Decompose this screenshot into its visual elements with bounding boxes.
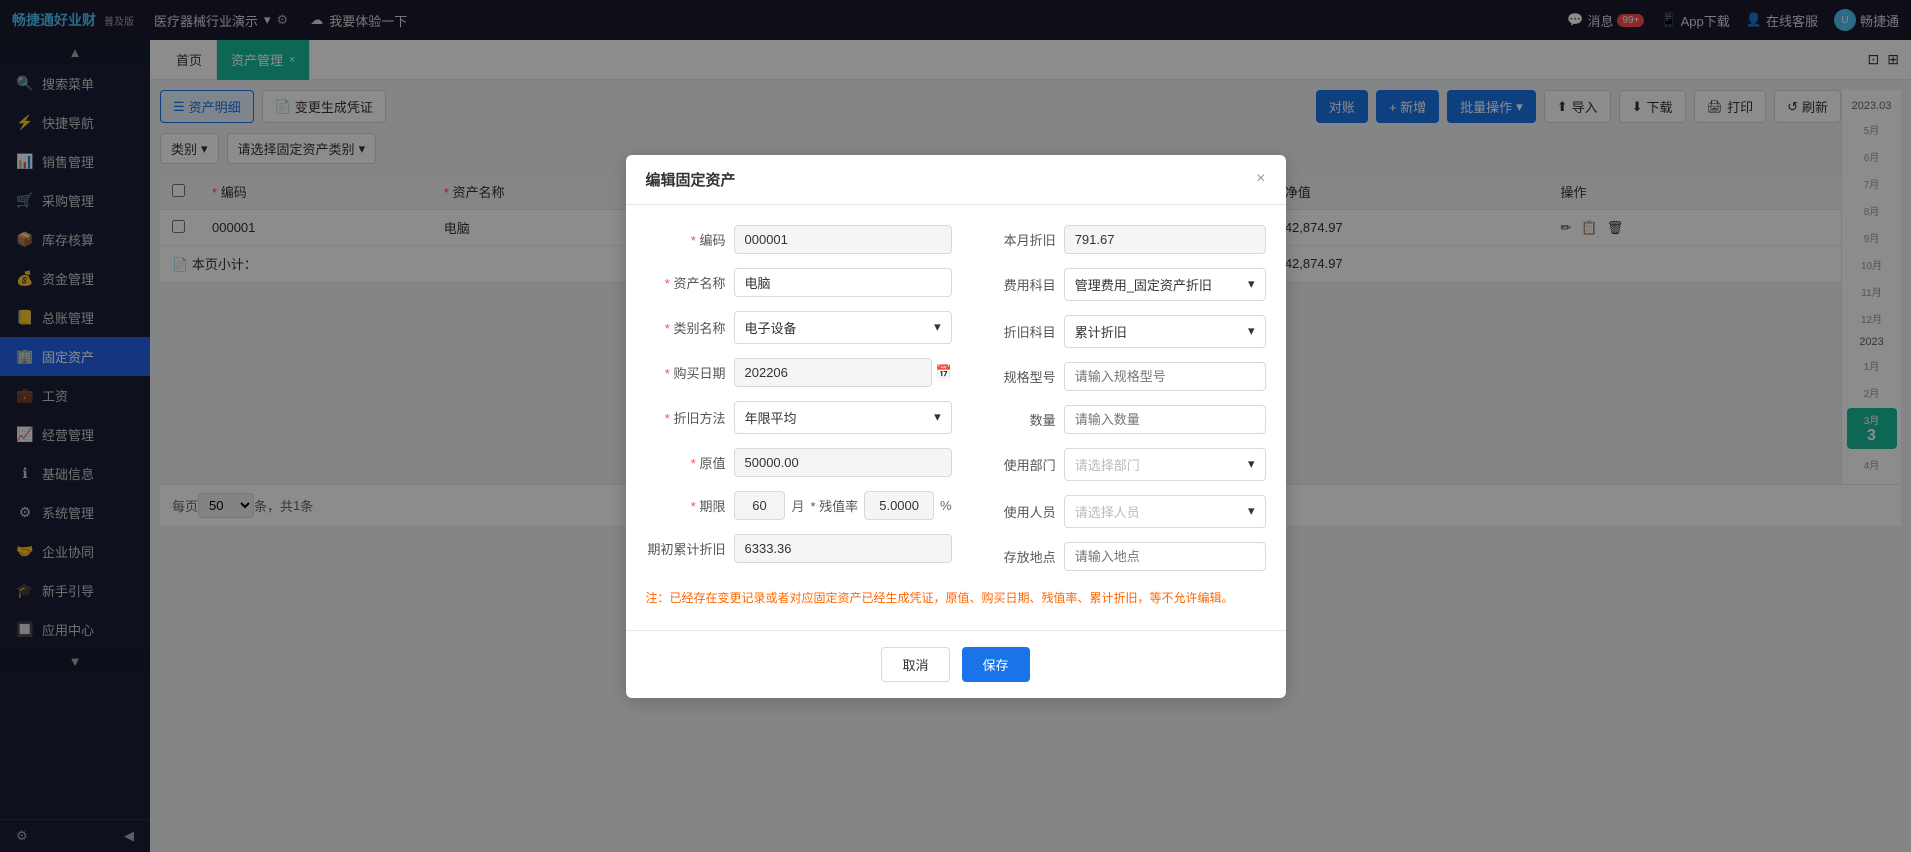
form-row-location: 存放地点 xyxy=(976,542,1266,571)
person-label: 使用人员 xyxy=(976,502,1056,521)
purchase-date-input-wrapper: 📅 xyxy=(734,358,952,387)
location-label: 存放地点 xyxy=(976,547,1056,566)
dep-subject-label: 折旧科目 xyxy=(976,322,1056,341)
form-row-this-month-dep: 本月折旧 xyxy=(976,225,1266,254)
this-month-dep-input xyxy=(1064,225,1266,254)
form-grid: * 编码 * 资产名称 * 类别名称 xyxy=(646,225,1266,585)
form-row-expense-subject: 费用科目 管理费用_固定资产折旧 ▾ xyxy=(976,268,1266,301)
purchase-date-input[interactable] xyxy=(734,358,932,387)
form-row-initial-dep: 期初累计折旧 xyxy=(646,534,952,563)
quantity-label: 数量 xyxy=(976,410,1056,429)
form-row-period: * 期限 月 * 残值率 % xyxy=(646,491,952,520)
form-right: 本月折旧 费用科目 管理费用_固定资产折旧 ▾ 折旧科目 xyxy=(976,225,1266,585)
dept-select[interactable]: 请选择部门 ▾ xyxy=(1064,448,1266,481)
form-row-person: 使用人员 请选择人员 ▾ xyxy=(976,495,1266,528)
period-label: * 期限 xyxy=(646,496,726,515)
initial-dep-input[interactable] xyxy=(734,534,952,563)
form-left: * 编码 * 资产名称 * 类别名称 xyxy=(646,225,952,585)
dep-subject-value: 累计折旧 xyxy=(1075,322,1127,341)
dialog-title: 编辑固定资产 xyxy=(646,169,736,190)
dialog-body: * 编码 * 资产名称 * 类别名称 xyxy=(626,205,1286,630)
asset-name-label: * 资产名称 xyxy=(646,273,726,292)
dep-subject-select[interactable]: 累计折旧 ▾ xyxy=(1064,315,1266,348)
purchase-date-label: * 购买日期 xyxy=(646,363,726,382)
original-value-label: * 原值 xyxy=(646,453,726,472)
dept-chevron-icon: ▾ xyxy=(1248,456,1255,472)
residual-rate-unit: % xyxy=(940,498,952,513)
form-row-original-value: * 原值 xyxy=(646,448,952,477)
form-row-dept: 使用部门 请选择部门 ▾ xyxy=(976,448,1266,481)
save-button[interactable]: 保存 xyxy=(962,647,1030,682)
category-label: * 类别名称 xyxy=(646,318,726,337)
dialog-header: 编辑固定资产 × xyxy=(626,155,1286,205)
form-row-purchase-date: * 购买日期 📅 xyxy=(646,358,952,387)
dialog-close-btn[interactable]: × xyxy=(1256,170,1265,188)
dialog-note: 注：已经存在变更记录或者对应固定资产已经生成凭证，原值、购买日期、残值率、累计折… xyxy=(646,585,1266,610)
expense-subject-select[interactable]: 管理费用_固定资产折旧 ▾ xyxy=(1064,268,1266,301)
period-wrapper: 月 * 残值率 % xyxy=(734,491,952,520)
code-input[interactable] xyxy=(734,225,952,254)
expense-subject-label: 费用科目 xyxy=(976,275,1056,294)
form-row-spec: 规格型号 xyxy=(976,362,1266,391)
edit-asset-dialog: 编辑固定资产 × * 编码 * 资产名称 xyxy=(626,155,1286,698)
residual-rate-label-inline: * 残值率 xyxy=(810,496,858,515)
form-row-quantity: 数量 xyxy=(976,405,1266,434)
quantity-input[interactable] xyxy=(1064,405,1266,434)
form-row-code: * 编码 xyxy=(646,225,952,254)
person-placeholder: 请选择人员 xyxy=(1075,502,1140,521)
original-value-input[interactable] xyxy=(734,448,952,477)
this-month-dep-label: 本月折旧 xyxy=(976,230,1056,249)
dep-method-select[interactable]: 年限平均 ▾ xyxy=(734,401,952,434)
location-input[interactable] xyxy=(1064,542,1266,571)
spec-label: 规格型号 xyxy=(976,367,1056,386)
dep-subject-chevron-icon: ▾ xyxy=(1248,323,1255,339)
calendar-icon[interactable]: 📅 xyxy=(936,364,952,380)
form-row-dep-subject: 折旧科目 累计折旧 ▾ xyxy=(976,315,1266,348)
dialog-footer: 取消 保存 xyxy=(626,630,1286,698)
cancel-button[interactable]: 取消 xyxy=(881,647,949,682)
category-select[interactable]: 电子设备 ▾ xyxy=(734,311,952,344)
dep-method-label: * 折旧方法 xyxy=(646,408,726,427)
category-select-value: 电子设备 xyxy=(745,318,797,337)
period-input[interactable] xyxy=(734,491,786,520)
form-row-category: * 类别名称 电子设备 ▾ xyxy=(646,311,952,344)
dept-placeholder: 请选择部门 xyxy=(1075,455,1140,474)
period-unit: 月 xyxy=(791,496,804,515)
code-label: * 编码 xyxy=(646,230,726,249)
form-row-dep-method: * 折旧方法 年限平均 ▾ xyxy=(646,401,952,434)
category-chevron-icon: ▾ xyxy=(934,319,941,335)
person-select[interactable]: 请选择人员 ▾ xyxy=(1064,495,1266,528)
form-row-asset-name: * 资产名称 xyxy=(646,268,952,297)
dep-method-chevron-icon: ▾ xyxy=(934,409,941,425)
person-chevron-icon: ▾ xyxy=(1248,503,1255,519)
residual-rate-input[interactable] xyxy=(864,491,934,520)
initial-dep-label: 期初累计折旧 xyxy=(646,539,726,558)
spec-input[interactable] xyxy=(1064,362,1266,391)
dialog-overlay: 编辑固定资产 × * 编码 * 资产名称 xyxy=(0,0,1911,852)
expense-subject-value: 管理费用_固定资产折旧 xyxy=(1075,275,1212,294)
asset-name-input[interactable] xyxy=(734,268,952,297)
dep-method-value: 年限平均 xyxy=(745,408,797,427)
expense-subject-chevron-icon: ▾ xyxy=(1248,276,1255,292)
dept-label: 使用部门 xyxy=(976,455,1056,474)
